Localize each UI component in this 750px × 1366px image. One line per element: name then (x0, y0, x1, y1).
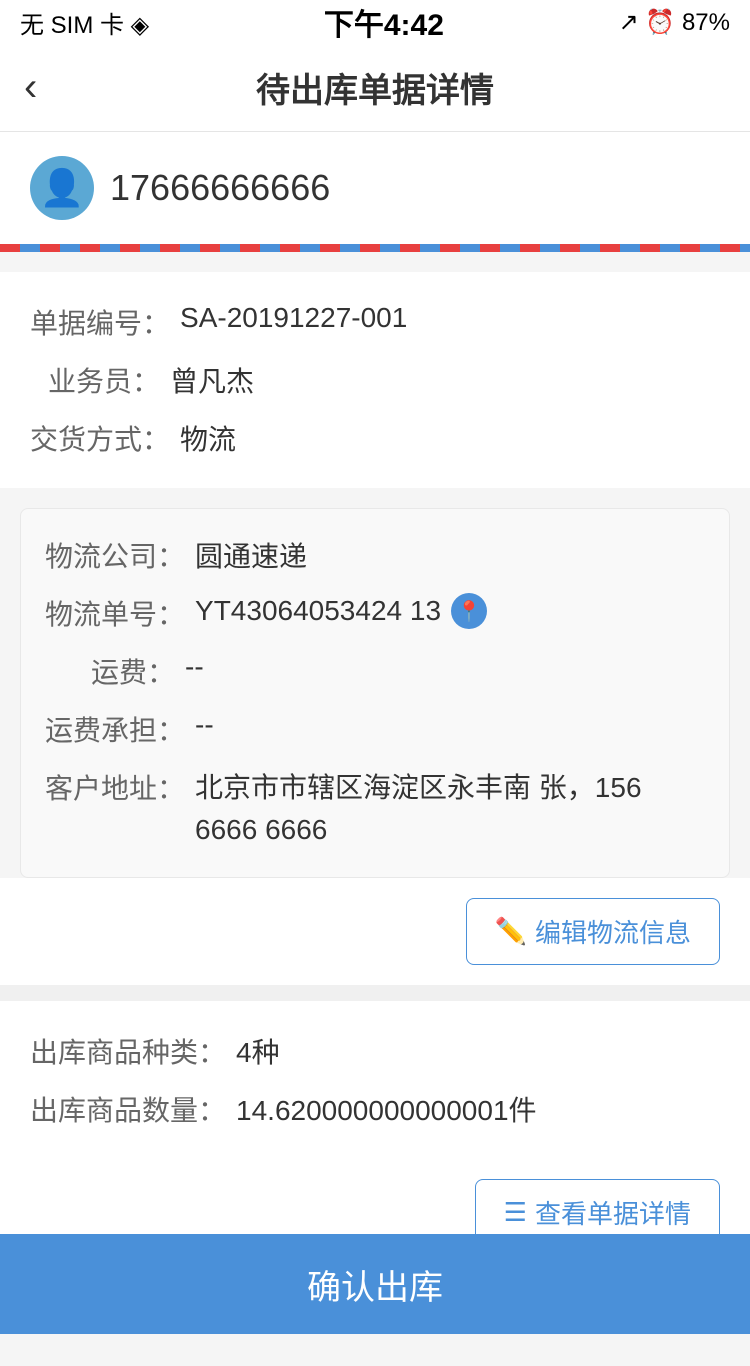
back-button[interactable]: ‹ (24, 65, 37, 110)
customer-card: 👤 17666666666 (0, 132, 750, 244)
edit-logistics-button[interactable]: ✏️ 编辑物流信息 (466, 898, 720, 965)
address-label: 客户地址： (45, 767, 185, 807)
logistics-company-value: 圆通速递 (195, 535, 705, 575)
freight-label: 运费： (45, 651, 175, 691)
product-quantity-row: 出库商品数量： 14.620000000000001件 (30, 1089, 720, 1129)
logistics-card: 物流公司： 圆通速递 物流单号： YT43064053424 13 📍 运费： … (20, 508, 730, 878)
logistics-company-label: 物流公司： (45, 535, 185, 575)
delivery-method-label: 交货方式： (30, 418, 170, 458)
sales-person-value: 曾凡杰 (170, 360, 720, 400)
product-type-label: 出库商品种类： (30, 1031, 226, 1071)
delivery-method-row: 交货方式： 物流 (30, 418, 720, 458)
freight-bearer-label: 运费承担： (45, 709, 185, 749)
freight-bearer-row: 运费承担： -- (45, 709, 705, 749)
freight-value: -- (185, 651, 705, 683)
product-quantity-value: 14.620000000000001件 (236, 1089, 537, 1129)
location-icon[interactable]: 📍 (451, 593, 487, 629)
avatar-icon: 👤 (40, 167, 85, 209)
order-info-section: 单据编号： SA-20191227-001 业务员： 曾凡杰 交货方式： 物流 (0, 272, 750, 488)
address-value: 北京市市辖区海淀区永丰南 张，156 6666 6666 (195, 767, 705, 851)
avatar: 👤 (30, 156, 94, 220)
doc-no-value: SA-20191227-001 (180, 302, 720, 334)
confirm-btn-label: 确认出库 (307, 1260, 443, 1309)
product-type-row: 出库商品种类： 4种 (30, 1031, 720, 1071)
product-type-value: 4种 (236, 1031, 280, 1071)
content-area: 👤 17666666666 单据编号： SA-20191227-001 业务员：… (0, 132, 750, 1366)
view-btn-label: 查看单据详情 (535, 1194, 691, 1231)
tracking-label: 物流单号： (45, 593, 185, 633)
product-quantity-label: 出库商品数量： (30, 1089, 226, 1129)
status-bar: 无 SIM 卡 ◈ 下午4:42 ↗ ⏰ 87% (0, 0, 750, 44)
tracking-number: YT43064053424 13 (195, 595, 441, 627)
list-icon: ☰ (504, 1197, 527, 1228)
status-right: ↗ ⏰ 87% (619, 8, 730, 37)
sales-person-row: 业务员： 曾凡杰 (30, 360, 720, 400)
nav-bar: ‹ 待出库单据详情 (0, 44, 750, 132)
battery-label: ↗ ⏰ 87% (619, 8, 730, 37)
page-title: 待出库单据详情 (256, 63, 494, 112)
doc-no-row: 单据编号： SA-20191227-001 (30, 302, 720, 342)
dashed-separator (0, 244, 750, 252)
address-row: 客户地址： 北京市市辖区海淀区永丰南 张，156 6666 6666 (45, 767, 705, 851)
edit-btn-row: ✏️ 编辑物流信息 (0, 878, 750, 985)
customer-phone: 17666666666 (110, 167, 330, 209)
sim-label: 无 SIM 卡 ◈ (20, 5, 149, 40)
sales-person-label: 业务员： (30, 360, 160, 400)
status-left: 无 SIM 卡 ◈ (20, 5, 149, 40)
section-divider (0, 985, 750, 1001)
delivery-method-value: 物流 (180, 418, 720, 458)
freight-row: 运费： -- (45, 651, 705, 691)
product-section: 出库商品种类： 4种 出库商品数量： 14.620000000000001件 (0, 1001, 750, 1159)
tracking-value: YT43064053424 13 📍 (195, 593, 705, 629)
tracking-row: 物流单号： YT43064053424 13 📍 (45, 593, 705, 633)
edit-icon: ✏️ (495, 916, 527, 947)
edit-btn-label: 编辑物流信息 (535, 913, 691, 950)
doc-no-label: 单据编号： (30, 302, 170, 342)
freight-bearer-value: -- (195, 709, 705, 741)
confirm-button[interactable]: 确认出库 (0, 1234, 750, 1334)
status-time: 下午4:42 (324, 0, 444, 44)
logistics-company-row: 物流公司： 圆通速递 (45, 535, 705, 575)
